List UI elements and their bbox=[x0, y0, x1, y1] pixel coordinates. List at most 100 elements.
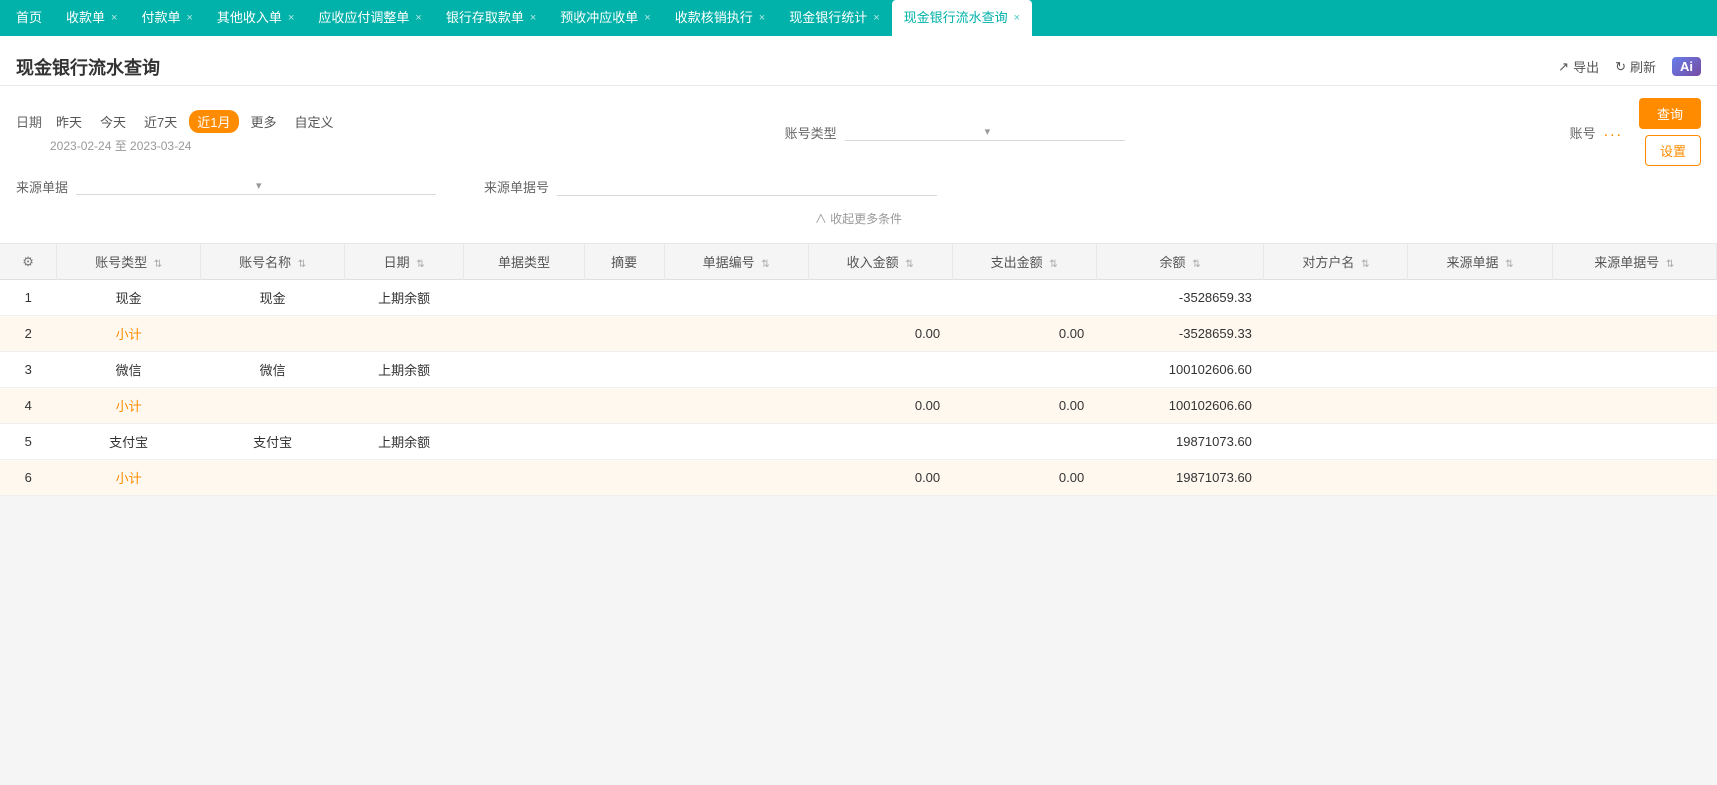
table-cell bbox=[1264, 316, 1408, 352]
table-cell: 19871073.60 bbox=[1096, 460, 1264, 496]
table-cell bbox=[464, 280, 585, 316]
nav-label-bank-deposit: 银行存取款单 bbox=[446, 0, 524, 36]
table-cell bbox=[345, 460, 464, 496]
close-icon[interactable]: × bbox=[186, 0, 192, 36]
nav-item-other-income[interactable]: 其他收入单 × bbox=[205, 0, 306, 36]
nav-item-receipt[interactable]: 收款单 × bbox=[54, 0, 129, 36]
table-cell bbox=[952, 280, 1096, 316]
table-cell bbox=[1408, 352, 1552, 388]
table-cell bbox=[1552, 424, 1716, 460]
table-cell: 上期余额 bbox=[345, 352, 464, 388]
export-button[interactable]: ↗ 导出 bbox=[1558, 57, 1599, 76]
col-summary-label: 摘要 bbox=[611, 255, 637, 270]
table-cell: 0.00 bbox=[952, 388, 1096, 424]
table-cell: 支付宝 bbox=[57, 424, 201, 460]
sort-icon[interactable]: ⇅ bbox=[416, 259, 424, 270]
table-cell bbox=[584, 280, 664, 316]
sort-icon[interactable]: ⇅ bbox=[298, 259, 306, 270]
close-icon[interactable]: × bbox=[530, 0, 536, 36]
table-cell bbox=[664, 352, 808, 388]
table-cell bbox=[584, 352, 664, 388]
table-cell bbox=[664, 424, 808, 460]
date-opt-1month[interactable]: 近1月 bbox=[189, 110, 238, 133]
table-cell bbox=[464, 424, 585, 460]
collapse-bar[interactable]: ∧ 收起更多条件 bbox=[16, 206, 1701, 231]
close-icon[interactable]: × bbox=[111, 0, 117, 36]
close-icon[interactable]: × bbox=[873, 0, 879, 36]
date-opt-custom[interactable]: 自定义 bbox=[289, 110, 340, 133]
close-icon[interactable]: × bbox=[644, 0, 650, 36]
table-row[interactable]: 1现金现金上期余额-3528659.33 bbox=[0, 280, 1717, 316]
settings-icon[interactable]: ⚙ bbox=[22, 254, 34, 269]
ai-button[interactable]: Ai bbox=[1672, 57, 1701, 76]
close-icon[interactable]: × bbox=[759, 0, 765, 36]
nav-item-bank-deposit[interactable]: 银行存取款单 × bbox=[434, 0, 548, 36]
table-cell: 支付宝 bbox=[201, 424, 345, 460]
close-icon[interactable]: × bbox=[1014, 0, 1020, 36]
sort-icon[interactable]: ⇅ bbox=[1192, 259, 1200, 270]
table-row[interactable]: 6小计0.000.0019871073.60 bbox=[0, 460, 1717, 496]
date-opt-yesterday[interactable]: 昨天 bbox=[50, 110, 88, 133]
page-header: 现金银行流水查询 ↗ 导出 ↻ 刷新 Ai bbox=[0, 36, 1717, 86]
table-row[interactable]: 3微信微信上期余额100102606.60 bbox=[0, 352, 1717, 388]
data-table: ⚙ 账号类型 ⇅ 账号名称 ⇅ 日期 ⇅ 单据类型 摘要 bbox=[0, 244, 1717, 496]
col-summary: 摘要 bbox=[584, 244, 664, 280]
sort-icon[interactable]: ⇅ bbox=[1049, 259, 1057, 270]
nav-item-payment[interactable]: 付款单 × bbox=[129, 0, 204, 36]
col-balance: 余额 ⇅ bbox=[1096, 244, 1264, 280]
table-row[interactable]: 5支付宝支付宝上期余额19871073.60 bbox=[0, 424, 1717, 460]
sort-icon[interactable]: ⇅ bbox=[905, 259, 913, 270]
refresh-label: 刷新 bbox=[1630, 57, 1656, 76]
table-cell: 现金 bbox=[201, 280, 345, 316]
table-cell: 0.00 bbox=[808, 316, 952, 352]
close-icon[interactable]: × bbox=[288, 0, 294, 36]
refresh-button[interactable]: ↻ 刷新 bbox=[1615, 57, 1656, 76]
col-settings[interactable]: ⚙ bbox=[0, 244, 57, 280]
table-cell bbox=[345, 316, 464, 352]
nav-item-cash-stats[interactable]: 现金银行统计 × bbox=[777, 0, 891, 36]
table-cell bbox=[808, 352, 952, 388]
table-cell: 0.00 bbox=[952, 316, 1096, 352]
nav-item-home[interactable]: 首页 bbox=[4, 0, 54, 36]
account-dots-button[interactable]: ... bbox=[1604, 123, 1623, 141]
filter-actions: 查询 设置 bbox=[1639, 98, 1701, 166]
source-doc-select[interactable]: ▾ bbox=[76, 177, 436, 195]
nav-item-ar-ap-adjust[interactable]: 应收应付调整单 × bbox=[306, 0, 433, 36]
query-button[interactable]: 查询 bbox=[1639, 98, 1701, 129]
nav-item-cash-flow[interactable]: 现金银行流水查询 × bbox=[892, 0, 1032, 36]
sort-icon[interactable]: ⇅ bbox=[1505, 259, 1513, 270]
sort-icon[interactable]: ⇅ bbox=[154, 259, 162, 270]
close-icon[interactable]: × bbox=[415, 0, 421, 36]
col-source-doc-label: 来源单据 bbox=[1446, 255, 1498, 270]
date-opt-more[interactable]: 更多 bbox=[245, 110, 283, 133]
col-source-doc-no-label: 来源单据号 bbox=[1594, 255, 1659, 270]
col-account-type: 账号类型 ⇅ bbox=[57, 244, 201, 280]
nav-label-receipt-exec: 收款核销执行 bbox=[675, 0, 753, 36]
filter-section: 日期 昨天 今天 近7天 近1月 更多 自定义 2023-02-24 至 202… bbox=[0, 86, 1717, 244]
table-cell bbox=[664, 460, 808, 496]
settings-button[interactable]: 设置 bbox=[1645, 135, 1701, 166]
table-cell: 0.00 bbox=[808, 388, 952, 424]
nav-label-prepay-offset: 预收冲应收单 bbox=[560, 0, 638, 36]
nav-item-receipt-exec[interactable]: 收款核销执行 × bbox=[663, 0, 777, 36]
table-cell bbox=[201, 388, 345, 424]
table-cell: 2 bbox=[0, 316, 57, 352]
sort-icon[interactable]: ⇅ bbox=[761, 259, 769, 270]
sort-icon[interactable]: ⇅ bbox=[1361, 259, 1369, 270]
refresh-icon: ↻ bbox=[1615, 59, 1626, 75]
table-row[interactable]: 2小计0.000.00-3528659.33 bbox=[0, 316, 1717, 352]
sort-icon[interactable]: ⇅ bbox=[1666, 259, 1674, 270]
source-doc-no-input[interactable] bbox=[557, 176, 937, 196]
collapse-label: 收起更多条件 bbox=[830, 212, 902, 226]
dropdown-arrow-icon: ▾ bbox=[985, 125, 1119, 138]
nav-label-cash-stats: 现金银行统计 bbox=[789, 0, 867, 36]
date-opt-7days[interactable]: 近7天 bbox=[138, 110, 183, 133]
table-cell bbox=[1552, 316, 1716, 352]
date-opt-today[interactable]: 今天 bbox=[94, 110, 132, 133]
account-type-select[interactable]: ▾ bbox=[845, 123, 1125, 141]
table-cell bbox=[1264, 424, 1408, 460]
table-cell bbox=[1264, 352, 1408, 388]
nav-item-prepay-offset[interactable]: 预收冲应收单 × bbox=[548, 0, 662, 36]
date-label: 日期 bbox=[16, 112, 42, 131]
table-row[interactable]: 4小计0.000.00100102606.60 bbox=[0, 388, 1717, 424]
